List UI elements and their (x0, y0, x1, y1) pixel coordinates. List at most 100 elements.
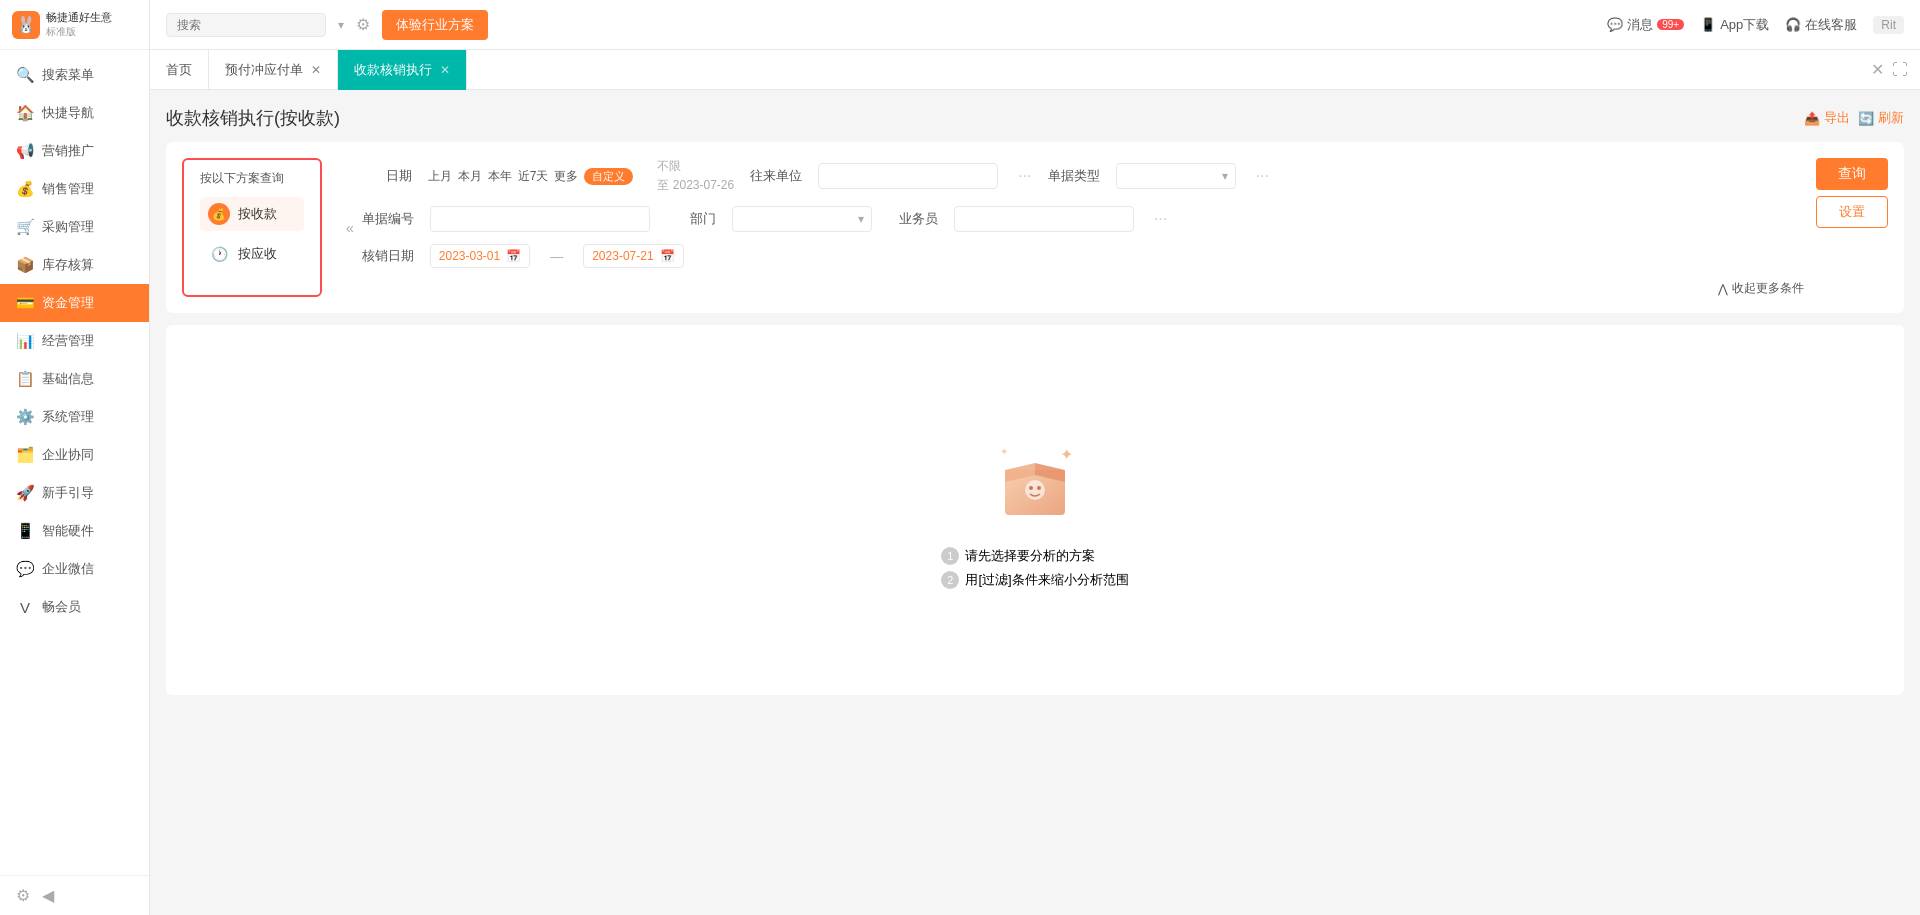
filter-type-by-receipt[interactable]: 💰 按收款 (200, 197, 304, 231)
sidebar-item-capital[interactable]: 💳 资金管理 (0, 284, 149, 322)
sidebar-item-sales[interactable]: 💰销售管理 (0, 170, 149, 208)
sidebar-item-vip[interactable]: V 畅会员 (0, 588, 149, 626)
topbar-dropdown-icon[interactable]: ▾ (338, 18, 344, 32)
hint-num-2: 2 (941, 571, 959, 589)
sidebar-item-basicinfo[interactable]: 📋基础信息 (0, 360, 149, 398)
nav-icon-capital: 💳 (16, 294, 34, 312)
nav-icon-vip: V (16, 598, 34, 616)
hint-text-2: 用[过滤]条件来缩小分析范围 (965, 571, 1128, 589)
nav-label-hardware: 智能硬件 (42, 522, 94, 540)
collapse-more-btn[interactable]: ⋀ 收起更多条件 (362, 280, 1804, 297)
bill-type-label: 单据类型 (1048, 167, 1100, 185)
bill-no-label: 单据编号 (362, 210, 414, 228)
counterparty-input[interactable] (818, 163, 998, 189)
tab-home[interactable]: 首页 (150, 50, 209, 90)
nav-icon-hardware: 📱 (16, 522, 34, 540)
sidebar-item-guide[interactable]: 🚀新手引导 (0, 474, 149, 512)
export-label: 导出 (1824, 109, 1850, 127)
topbar-gear-icon[interactable]: ⚙ (356, 15, 370, 34)
counterparty-dots-icon[interactable]: ··· (1018, 167, 1031, 185)
collapse-sidebar-icon[interactable]: ◀ (42, 886, 54, 905)
date-shortcut-this-month[interactable]: 本月 (458, 168, 482, 185)
sidebar: 🐰 畅捷通好生意 标准版 🔍搜索菜单🏠快捷导航📢营销推广💰销售管理🛒采购管理📦库… (0, 0, 150, 915)
tab-prepay-label: 预付冲应付单 (225, 61, 303, 79)
tab-receipt-close-icon[interactable]: ✕ (440, 63, 450, 77)
tabbar: 首页 预付冲应付单 ✕ 收款核销执行 ✕ ✕ ⛶ (150, 50, 1920, 90)
staff-label: 业务员 (888, 210, 938, 228)
query-btn-col: 查询 设置 (1816, 158, 1888, 228)
sidebar-item-purchase[interactable]: 🛒采购管理 (0, 208, 149, 246)
tab-receipt[interactable]: 收款核销执行 ✕ (338, 50, 467, 90)
filter-collapse-arrow[interactable]: « (338, 158, 362, 297)
verify-date-to-wrap[interactable]: 2023-07-21 📅 (583, 244, 683, 268)
sidebar-item-operations[interactable]: 📊经营管理 (0, 322, 149, 360)
sidebar-item-search[interactable]: 🔍 搜索菜单 (0, 56, 149, 94)
nav-icon-shortcuts: 🏠 (16, 104, 34, 122)
nav-label-capital: 资金管理 (42, 294, 94, 312)
filter-type-box: 按以下方案查询 💰 按收款 🕐 按应收 (182, 158, 322, 297)
filter-date-row: 日期 上月 本月 本年 近7天 更多 自定义 不限 至 (362, 158, 1804, 194)
title-actions: 📤 导出 🔄 刷新 (1804, 109, 1904, 127)
export-button[interactable]: 📤 导出 (1804, 109, 1850, 127)
verify-date-from-wrap[interactable]: 2023-03-01 📅 (430, 244, 530, 268)
nav-label-vip: 畅会员 (42, 598, 81, 616)
bill-type-select[interactable] (1116, 163, 1236, 189)
bill-no-input[interactable] (430, 206, 650, 232)
query-button[interactable]: 查询 (1816, 158, 1888, 190)
sidebar-item-enterprise[interactable]: 🗂️企业协同 (0, 436, 149, 474)
nav-icon-search: 🔍 (16, 66, 34, 84)
sidebar-item-marketing[interactable]: 📢营销推广 (0, 132, 149, 170)
settings-icon[interactable]: ⚙ (16, 886, 30, 905)
app-download-item[interactable]: 📱 App下载 (1700, 16, 1769, 34)
hint-num-1: 1 (941, 547, 959, 565)
nav-label-enterprise: 企业协同 (42, 446, 94, 464)
collapse-more-icon: ⋀ (1718, 282, 1728, 296)
filter-type-by-receivable[interactable]: 🕐 按应收 (200, 237, 304, 271)
refresh-button[interactable]: 🔄 刷新 (1858, 109, 1904, 127)
settings-button[interactable]: 设置 (1816, 196, 1888, 228)
tab-prepay[interactable]: 预付冲应付单 ✕ (209, 50, 338, 90)
filter-type-receipt-icon: 💰 (208, 203, 230, 225)
date-shortcut-last-month[interactable]: 上月 (428, 168, 452, 185)
date-custom-badge[interactable]: 自定义 (584, 168, 633, 185)
topbar: ▾ ⚙ 体验行业方案 💬 消息 99+ 📱 App下载 🎧 在线客服 Rit (150, 0, 1920, 50)
verify-date-label: 核销日期 (362, 247, 414, 265)
online-service-item[interactable]: 🎧 在线客服 (1785, 16, 1857, 34)
nav-label-guide: 新手引导 (42, 484, 94, 502)
logo-text: 畅捷通好生意 (46, 10, 112, 24)
close-tab-icon[interactable]: ✕ (1871, 60, 1884, 79)
date-shortcut-7days[interactable]: 近7天 (518, 168, 549, 185)
messages-label: 消息 (1627, 16, 1653, 34)
messages-item[interactable]: 💬 消息 99+ (1607, 16, 1684, 34)
sidebar-item-wechat[interactable]: 💬企业微信 (0, 550, 149, 588)
sidebar-item-shortcuts[interactable]: 🏠快捷导航 (0, 94, 149, 132)
sidebar-item-system[interactable]: ⚙️系统管理 (0, 398, 149, 436)
staff-dots-icon[interactable]: ··· (1154, 210, 1167, 228)
dept-select[interactable] (732, 206, 872, 232)
sidebar-item-hardware[interactable]: 📱 智能硬件 (0, 512, 149, 550)
app-label: App下载 (1720, 16, 1769, 34)
user-profile[interactable]: Rit (1873, 16, 1904, 34)
app-icon: 📱 (1700, 17, 1716, 32)
tab-prepay-close-icon[interactable]: ✕ (311, 63, 321, 77)
date-shortcuts: 上月 本月 本年 近7天 更多 自定义 (428, 168, 634, 185)
date-shortcut-more[interactable]: 更多 (554, 168, 578, 185)
filter-type-receipt-label: 按收款 (238, 205, 277, 223)
search-input[interactable] (166, 13, 326, 37)
page-title: 收款核销执行(按收款) (166, 106, 340, 130)
svg-text:✦: ✦ (1000, 446, 1008, 457)
result-area: ✦ ✦ 1 请先选择要分析的方案 2 用[过滤]条件来缩小分析范围 (166, 325, 1904, 695)
industry-solution-button[interactable]: 体验行业方案 (382, 10, 488, 40)
date-no-limit: 不限 (657, 158, 734, 175)
dept-label: 部门 (666, 210, 716, 228)
bill-type-select-wrap (1116, 163, 1236, 189)
sidebar-item-inventory[interactable]: 📦库存核算 (0, 246, 149, 284)
staff-input[interactable] (954, 206, 1134, 232)
date-shortcut-this-year[interactable]: 本年 (488, 168, 512, 185)
bill-type-dots-icon[interactable]: ··· (1256, 167, 1269, 185)
filter-type-receivable-label: 按应收 (238, 245, 277, 263)
nav-label-search: 搜索菜单 (42, 66, 94, 84)
logo-text-wrap: 畅捷通好生意 标准版 (46, 10, 112, 38)
maximize-icon[interactable]: ⛶ (1892, 61, 1908, 79)
date-to-text: 至 2023-07-26 (657, 177, 734, 194)
